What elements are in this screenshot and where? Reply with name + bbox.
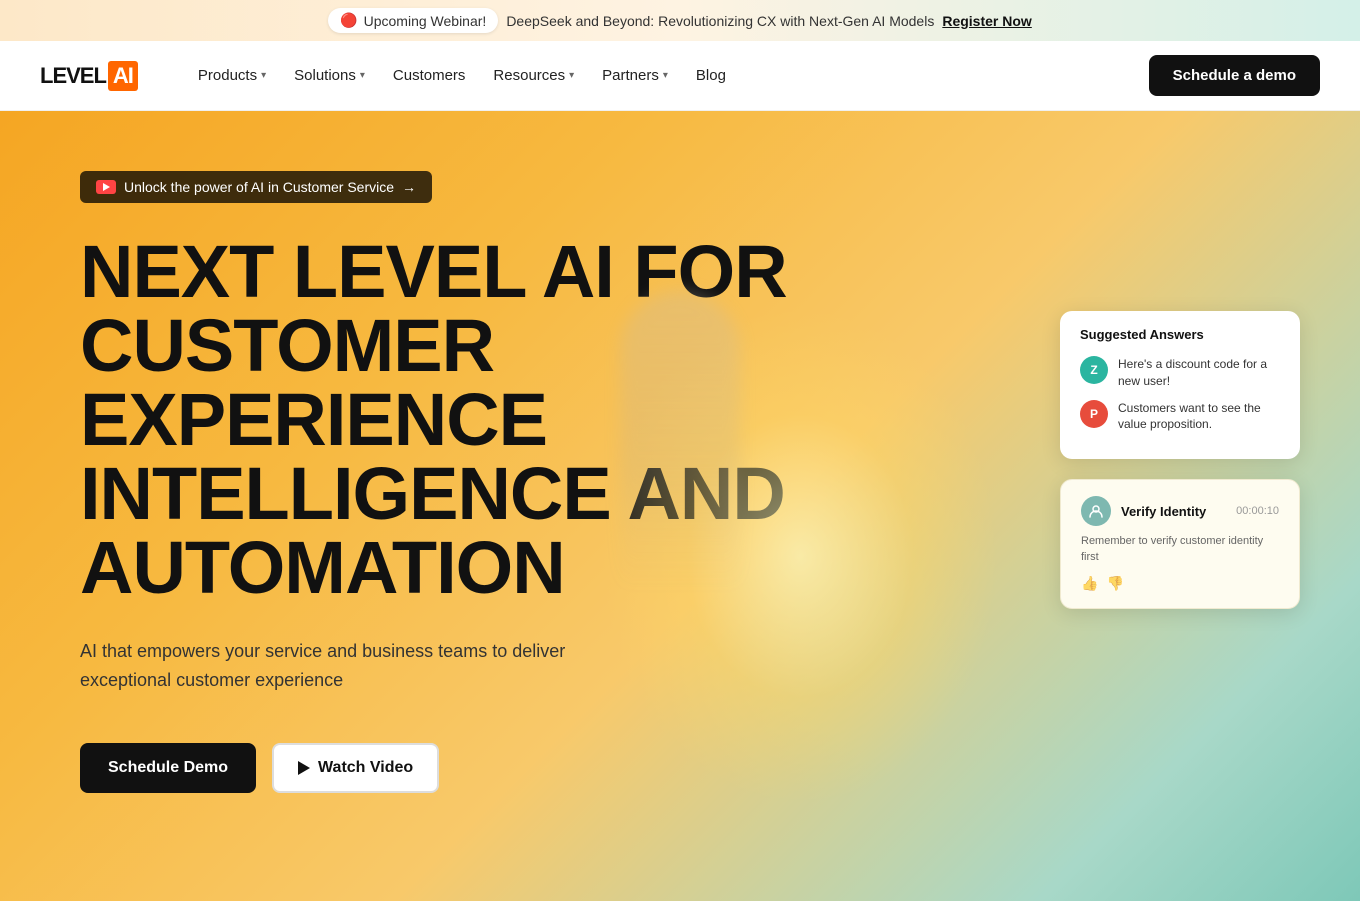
nav-item-resources[interactable]: Resources ▾ xyxy=(481,59,586,92)
hero-figure-decoration xyxy=(620,291,740,591)
partners-label: Partners xyxy=(602,67,659,84)
suggested-answers-title: Suggested Answers xyxy=(1080,327,1280,342)
customers-label: Customers xyxy=(393,67,466,84)
verify-description: Remember to verify customer identity fir… xyxy=(1081,534,1279,565)
hero-cards: Suggested Answers Z Here's a discount co… xyxy=(1060,311,1300,609)
answer-text-2: Customers want to see the value proposit… xyxy=(1118,400,1280,434)
thumbs-up-button[interactable]: 👍 xyxy=(1081,575,1098,592)
watch-video-button[interactable]: Watch Video xyxy=(272,743,439,793)
hero-section: Unlock the power of AI in Customer Servi… xyxy=(0,111,1360,901)
announcement-message: DeepSeek and Beyond: Revolutionizing CX … xyxy=(506,13,934,29)
products-label: Products xyxy=(198,67,257,84)
hero-subtitle: AI that empowers your service and busine… xyxy=(80,637,620,695)
partners-chevron-icon: ▾ xyxy=(663,70,668,81)
logo-ai: AI xyxy=(108,61,138,91)
thumbs-down-button[interactable]: 👎 xyxy=(1106,575,1123,592)
verify-header: Verify Identity 00:00:10 xyxy=(1081,496,1279,526)
suggested-answers-card: Suggested Answers Z Here's a discount co… xyxy=(1060,311,1300,459)
solutions-chevron-icon: ▾ xyxy=(360,70,365,81)
nav-item-products[interactable]: Products ▾ xyxy=(186,59,278,92)
nav-item-customers[interactable]: Customers xyxy=(381,59,478,92)
navbar: LEVELAI Products ▾ Solutions ▾ Customers… xyxy=(0,41,1360,111)
blog-label: Blog xyxy=(696,67,726,84)
schedule-demo-nav-button[interactable]: Schedule a demo xyxy=(1149,55,1320,96)
verify-time: 00:00:10 xyxy=(1236,505,1279,517)
answer-avatar-2: P xyxy=(1080,400,1108,428)
resources-chevron-icon: ▾ xyxy=(569,70,574,81)
hero-buttons: Schedule Demo Watch Video xyxy=(80,743,1280,793)
resources-label: Resources xyxy=(493,67,565,84)
products-chevron-icon: ▾ xyxy=(261,70,266,81)
verify-left: Verify Identity xyxy=(1081,496,1206,526)
verify-actions: 👍 👎 xyxy=(1081,575,1279,592)
announcement-badge-label: Upcoming Webinar! xyxy=(364,13,487,29)
video-badge-icon xyxy=(96,180,116,194)
verify-identity-card: Verify Identity 00:00:10 Remember to ver… xyxy=(1060,479,1300,609)
verify-icon xyxy=(1081,496,1111,526)
logo-level: LEVEL xyxy=(40,63,106,89)
schedule-demo-hero-button[interactable]: Schedule Demo xyxy=(80,743,256,793)
nav-item-blog[interactable]: Blog xyxy=(684,59,738,92)
answer-avatar-1: Z xyxy=(1080,356,1108,384)
watch-video-label: Watch Video xyxy=(318,759,413,777)
hero-badge-arrow: → xyxy=(402,179,416,195)
answer-item-1: Z Here's a discount code for a new user! xyxy=(1080,356,1280,390)
fire-icon: 🔴 xyxy=(340,12,357,29)
play-icon xyxy=(298,761,310,775)
nav-item-solutions[interactable]: Solutions ▾ xyxy=(282,59,377,92)
answer-text-1: Here's a discount code for a new user! xyxy=(1118,356,1280,390)
solutions-label: Solutions xyxy=(294,67,356,84)
logo[interactable]: LEVELAI xyxy=(40,61,138,91)
announcement-badge: 🔴 Upcoming Webinar! xyxy=(328,8,498,33)
hero-badge[interactable]: Unlock the power of AI in Customer Servi… xyxy=(80,171,432,203)
hero-title-line2: CUSTOMER EXPERIENCE xyxy=(80,304,547,461)
verify-title: Verify Identity xyxy=(1121,504,1206,519)
answer-item-2: P Customers want to see the value propos… xyxy=(1080,400,1280,434)
nav-item-partners[interactable]: Partners ▾ xyxy=(590,59,680,92)
hero-title-line4: AUTOMATION xyxy=(80,526,565,609)
announcement-bar: 🔴 Upcoming Webinar! DeepSeek and Beyond:… xyxy=(0,0,1360,41)
nav-items: Products ▾ Solutions ▾ Customers Resourc… xyxy=(186,59,1117,92)
hero-badge-text: Unlock the power of AI in Customer Servi… xyxy=(124,179,394,195)
register-now-link[interactable]: Register Now xyxy=(942,13,1031,29)
